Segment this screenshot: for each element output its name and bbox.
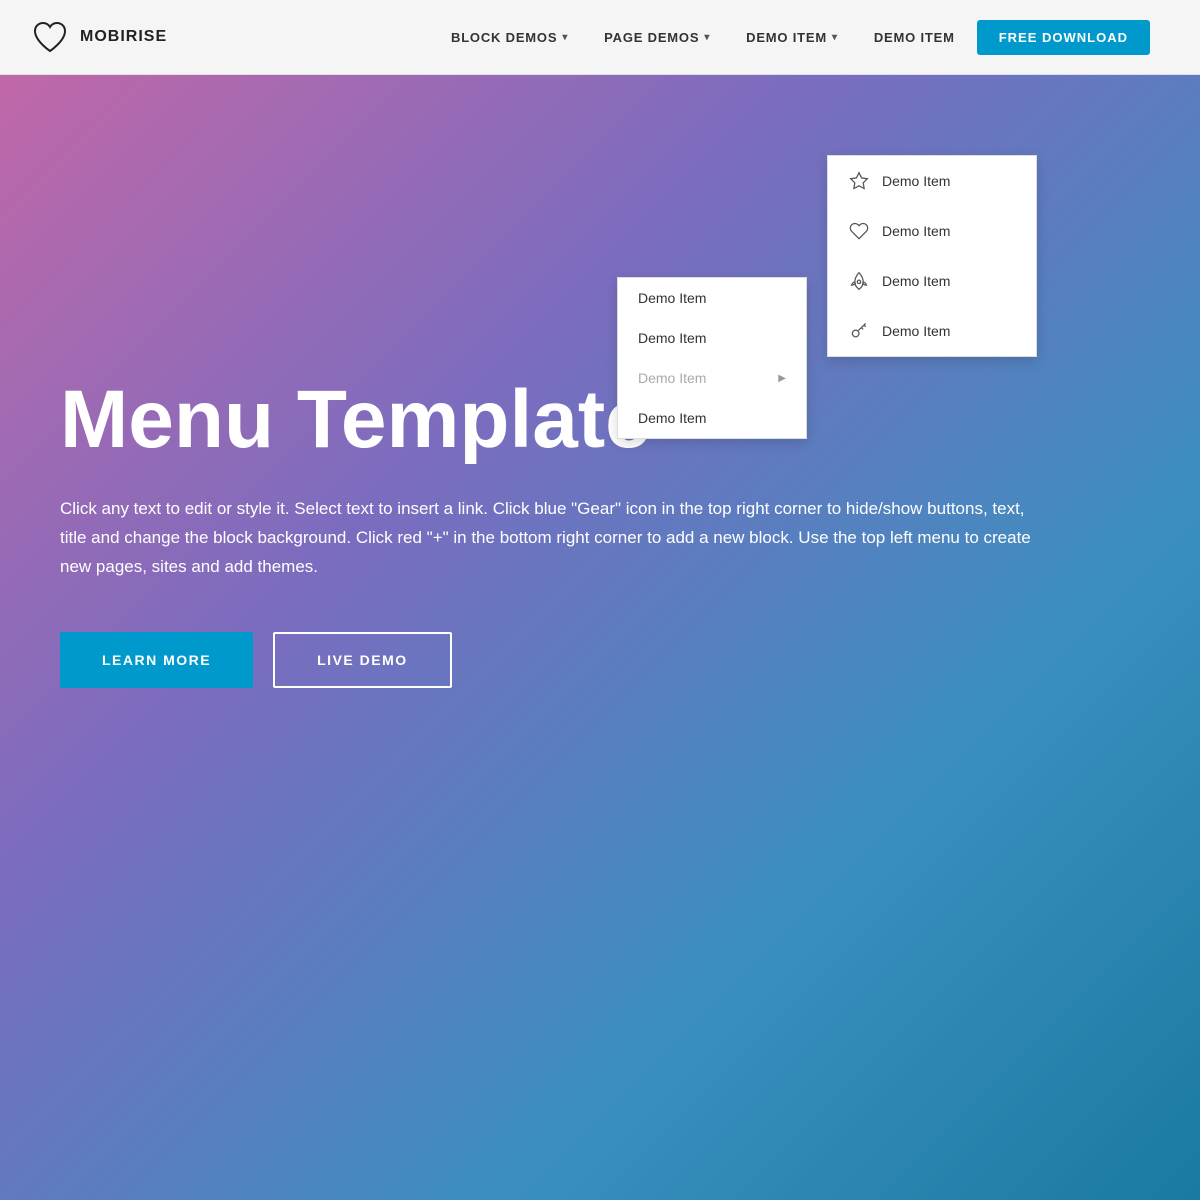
heart-icon xyxy=(848,220,870,242)
nav-link-demo-item-1[interactable]: DEMO ITEM ▾ xyxy=(732,20,852,55)
submenu-item-3[interactable]: Demo Item xyxy=(828,256,1036,306)
dropdown-item-1[interactable]: Demo Item xyxy=(618,278,806,318)
dropdown-item-2[interactable]: Demo Item xyxy=(618,318,806,358)
hero-description: Click any text to edit or style it. Sele… xyxy=(60,495,1040,582)
nav-link-demo-item-2[interactable]: DEMO ITEM xyxy=(860,20,969,55)
key-icon xyxy=(848,320,870,342)
nav-menu: BLOCK DEMOS ▾ PAGE DEMOS ▾ DEMO ITEM ▾ D… xyxy=(437,20,1150,55)
star-icon xyxy=(848,170,870,192)
brand-link[interactable]: MOBIRISE xyxy=(30,17,167,57)
navbar: MOBIRISE BLOCK DEMOS ▾ PAGE DEMOS ▾ DEMO… xyxy=(0,0,1200,75)
rocket-icon xyxy=(848,270,870,292)
caret-icon: ▾ xyxy=(832,32,838,43)
submenu-item-2[interactable]: Demo Item xyxy=(828,206,1036,256)
caret-icon: ▾ xyxy=(704,32,710,43)
nav-item-demo-item-1: DEMO ITEM ▾ xyxy=(732,20,852,55)
nav-item-demo-item-2: DEMO ITEM xyxy=(860,20,969,55)
nav-item-page-demos: PAGE DEMOS ▾ xyxy=(590,20,724,55)
dropdown-item-3[interactable]: Demo Item xyxy=(618,358,806,398)
dropdown-demo-item: Demo Item Demo Item Demo Item Demo Item xyxy=(617,277,807,439)
submenu-item-4[interactable]: Demo Item xyxy=(828,306,1036,356)
nav-item-block-demos: BLOCK DEMOS ▾ xyxy=(437,20,582,55)
caret-icon: ▾ xyxy=(562,32,568,43)
hero-title: Menu Template xyxy=(60,375,1140,465)
nav-link-page-demos[interactable]: PAGE DEMOS ▾ xyxy=(590,20,724,55)
submenu-item-1[interactable]: Demo Item xyxy=(828,156,1036,206)
learn-more-button[interactable]: LEARN MORE xyxy=(60,632,253,688)
live-demo-button[interactable]: LIVE DEMO xyxy=(273,632,452,688)
dropdown-area: Demo Item Demo Item Demo Item Demo Item … xyxy=(617,75,827,277)
brand-name: MOBIRISE xyxy=(80,28,167,46)
hero-buttons: LEARN MORE LIVE DEMO xyxy=(60,632,1140,688)
dropdown-item-4[interactable]: Demo Item xyxy=(618,398,806,438)
submenu: Demo Item Demo Item Demo Item xyxy=(827,155,1037,357)
brand-logo-icon xyxy=(30,17,70,57)
nav-link-block-demos[interactable]: BLOCK DEMOS ▾ xyxy=(437,20,582,55)
free-download-button[interactable]: FREE DOWNLOAD xyxy=(977,20,1150,55)
